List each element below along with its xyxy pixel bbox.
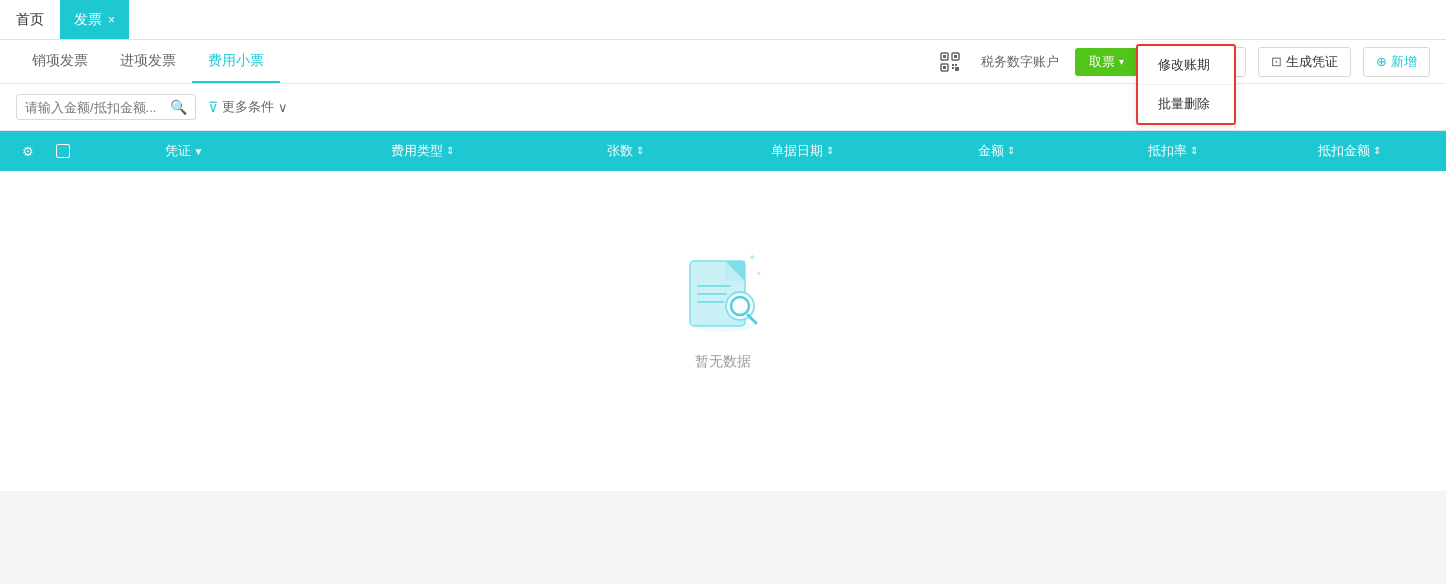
select-all-checkbox[interactable] bbox=[56, 144, 70, 158]
qr-code-button[interactable] bbox=[935, 51, 965, 73]
svg-rect-5 bbox=[943, 66, 946, 69]
th-count[interactable]: 张数 ⇕ bbox=[555, 142, 696, 160]
tab-purchase-invoice[interactable]: 进项发票 bbox=[104, 40, 192, 83]
amount-sort-icon: ⇕ bbox=[1007, 146, 1015, 156]
plus-icon: ⊕ bbox=[1376, 54, 1387, 69]
settings-icon[interactable]: ⚙ bbox=[22, 144, 34, 159]
more-conditions-button[interactable]: ⊽ 更多条件 ∨ bbox=[208, 98, 288, 116]
th-expense-type[interactable]: 费用类型 ⇕ bbox=[290, 142, 555, 160]
th-deduct-amount[interactable]: 抵扣金额 ⇕ bbox=[1261, 142, 1438, 160]
generate-icon: ⊡ bbox=[1271, 54, 1282, 69]
top-nav: 首页 发票 × bbox=[0, 0, 1446, 40]
rate-sort-icon: ⇕ bbox=[1190, 146, 1198, 156]
svg-rect-6 bbox=[952, 64, 954, 66]
tax-digital-account-button[interactable]: 税务数字账户 bbox=[977, 53, 1063, 71]
table-body: ✦ ✦ 暂无数据 bbox=[0, 171, 1446, 491]
nav-tab-close[interactable]: × bbox=[108, 13, 115, 27]
new-entry-button[interactable]: ⊕ 新增 bbox=[1363, 47, 1430, 77]
nav-tab-label: 发票 bbox=[74, 11, 102, 29]
nav-tab-invoice[interactable]: 发票 × bbox=[60, 0, 129, 39]
svg-rect-3 bbox=[954, 55, 957, 58]
svg-rect-1 bbox=[943, 55, 946, 58]
search-input[interactable] bbox=[25, 100, 170, 115]
empty-illustration: ✦ ✦ bbox=[668, 231, 778, 341]
svg-rect-7 bbox=[955, 64, 957, 66]
svg-line-24 bbox=[748, 315, 756, 323]
table-header: ⚙ 凭证 ▼ 费用类型 ⇕ 张数 ⇕ 单据日期 ⇕ 金额 ⇕ 抵扣率 ⇕ bbox=[0, 131, 1446, 171]
th-date[interactable]: 单据日期 ⇕ bbox=[696, 142, 908, 160]
svg-text:✦: ✦ bbox=[756, 270, 762, 277]
deduct-sort-icon: ⇕ bbox=[1373, 146, 1381, 156]
th-settings[interactable]: ⚙ bbox=[8, 144, 48, 159]
sub-nav-left: 销项发票 进项发票 费用小票 bbox=[16, 40, 280, 83]
empty-text: 暂无数据 bbox=[695, 353, 751, 371]
th-rate[interactable]: 抵扣率 ⇕ bbox=[1085, 142, 1262, 160]
get-ticket-arrow: ▾ bbox=[1119, 56, 1124, 67]
th-checkbox[interactable] bbox=[48, 144, 78, 158]
svg-rect-9 bbox=[955, 67, 959, 71]
batch-dropdown-menu: 修改账期 批量删除 bbox=[1136, 44, 1236, 125]
more-arrow-icon: ∨ bbox=[278, 100, 288, 115]
tab-sales-invoice[interactable]: 销项发票 bbox=[16, 40, 104, 83]
page-wrapper: 首页 发票 × 销项发票 进项发票 费用小票 bbox=[0, 0, 1446, 584]
voucher-sort-icon: ▼ bbox=[194, 146, 204, 157]
nav-home[interactable]: 首页 bbox=[0, 0, 60, 39]
dropdown-item-batch-delete[interactable]: 批量删除 bbox=[1138, 85, 1234, 123]
empty-state: ✦ ✦ 暂无数据 bbox=[0, 171, 1446, 411]
dropdown-item-modify-period[interactable]: 修改账期 bbox=[1138, 46, 1234, 84]
filter-icon: ⊽ bbox=[208, 99, 218, 115]
search-icon[interactable]: 🔍 bbox=[170, 99, 187, 115]
count-sort-icon: ⇕ bbox=[636, 146, 644, 156]
date-sort-icon: ⇕ bbox=[826, 146, 834, 156]
th-voucher[interactable]: 凭证 ▼ bbox=[78, 142, 290, 160]
get-ticket-button[interactable]: 取票 ▾ bbox=[1075, 48, 1138, 76]
tab-expense-receipt[interactable]: 费用小票 bbox=[192, 40, 280, 83]
expense-type-sort-icon: ⇕ bbox=[446, 146, 454, 156]
th-amount[interactable]: 金额 ⇕ bbox=[908, 142, 1085, 160]
svg-text:✦: ✦ bbox=[748, 252, 756, 263]
generate-voucher-button[interactable]: ⊡ 生成凭证 bbox=[1258, 47, 1351, 77]
search-input-wrap[interactable]: 🔍 bbox=[16, 94, 196, 120]
svg-rect-8 bbox=[952, 67, 954, 69]
